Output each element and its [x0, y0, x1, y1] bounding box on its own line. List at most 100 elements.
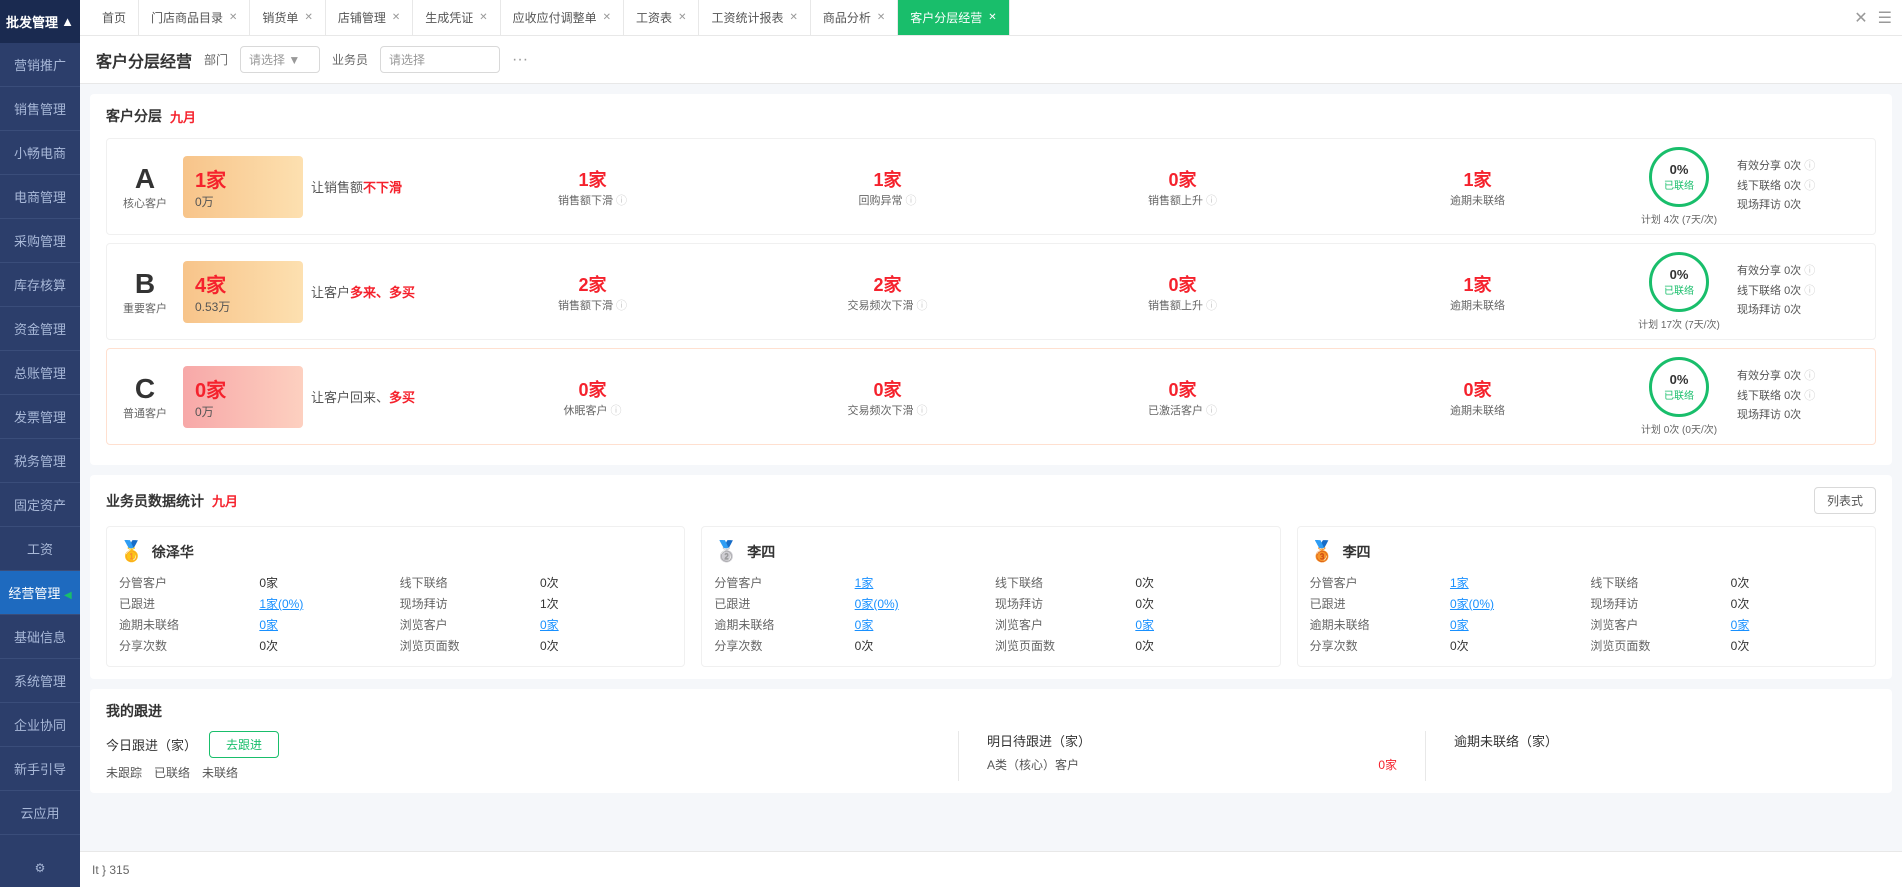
close-icon[interactable]: ✕	[877, 12, 885, 23]
sidebar-item-xcdz[interactable]: 小畅电商	[0, 131, 80, 175]
tier-b-label: B 重要客户	[115, 268, 175, 316]
tab-customer-tier[interactable]: 客户分层经营 ✕	[898, 0, 1009, 36]
tier-row-c: C 普通客户 0家 0万 让客户回来、多买 0家 休眠客户	[106, 348, 1876, 445]
info-icon-2: ⓘ	[1206, 195, 1217, 207]
tier-b-count-box: 4家 0.53万	[183, 261, 303, 323]
close-icon[interactable]: ✕	[304, 12, 312, 23]
tier-c-count-box: 0家 0万	[183, 366, 303, 428]
tier-a-metric-1[interactable]: 1家 回购异常 ⓘ	[744, 166, 1031, 208]
sidebar-header[interactable]: 批发管理 ▲	[0, 0, 80, 43]
tier-b-metric-1[interactable]: 2家 交易频次下滑 ⓘ	[744, 271, 1031, 313]
tab-payroll-report[interactable]: 工资统计报表 ✕	[699, 0, 810, 36]
tier-a-circle: 0% 已联络 计划 4次 (7天/次)	[1629, 147, 1729, 226]
tier-a-metric-3[interactable]: 1家 逾期未联络	[1334, 166, 1621, 208]
sidebar-item-swgl[interactable]: 税务管理	[0, 439, 80, 483]
overdue-label: 逾期未联络（家）	[1454, 731, 1864, 750]
gear-icon[interactable]: ⚙	[35, 861, 46, 875]
close-icon[interactable]: ✕	[392, 12, 400, 23]
followup-divider-2	[1425, 731, 1426, 781]
tab-menu-icon[interactable]: ☰	[1878, 8, 1892, 28]
tier-c-circle: 0% 已联络 计划 0次 (0天/次)	[1629, 357, 1729, 436]
tier-b-metrics: 2家 销售额下滑 ⓘ 2家 交易频次下滑 ⓘ	[449, 271, 1621, 313]
tier-b-slogan: 让客户多来、多买	[311, 282, 441, 301]
tab-store-mgmt[interactable]: 店铺管理 ✕	[326, 0, 413, 36]
tab-store-products[interactable]: 门店商品目录 ✕	[139, 0, 250, 36]
sidebar-item-kchz[interactable]: 库存核算	[0, 263, 80, 307]
tier-c-metric-1[interactable]: 0家 交易频次下滑 ⓘ	[744, 376, 1031, 418]
sidebar-item-jcxx[interactable]: 基础信息	[0, 615, 80, 659]
tier-c-label: C 普通客户	[115, 373, 175, 421]
tier-c-metrics: 0家 休眠客户 ⓘ 0家 交易频次下滑 ⓘ	[449, 376, 1621, 418]
biz-stats-section: 业务员数据统计 九月 列表式 🥇 徐泽华 分管客户 0家 线下联络	[90, 475, 1892, 679]
tier-a-count-box: 1家 0万	[183, 156, 303, 218]
list-view-button[interactable]: 列表式	[1814, 487, 1876, 514]
tier-c-metric-3[interactable]: 0家 逾期未联络	[1334, 376, 1621, 418]
sidebar-settings[interactable]: ⚙	[0, 849, 80, 887]
sidebar-item-xsgl[interactable]: 销售管理	[0, 87, 80, 131]
salesperson-label: 业务员	[332, 51, 368, 68]
tier-c-right-stats: 有效分享 0次 ⓘ 线下联络 0次 ⓘ 现场拜访 0次	[1737, 367, 1867, 426]
customer-tier-section: 客户分层 九月 A 核心客户 1家 0万 让销售额不下滑	[90, 94, 1892, 465]
close-icon[interactable]: ✕	[229, 12, 237, 23]
sidebar-item-cggl[interactable]: 采购管理	[0, 219, 80, 263]
sidebar-item-yyyp[interactable]: 云应用	[0, 791, 80, 835]
tier-b-metric-3[interactable]: 1家 逾期未联络	[1334, 271, 1621, 313]
sidebar-item-fpgl[interactable]: 发票管理	[0, 395, 80, 439]
biz-card-1-grid: 分管客户 1家 线下联络 0次 已跟进 0家(0%) 现场拜访 0次 逾期未联络…	[714, 574, 1267, 654]
followup-divider-1	[958, 731, 959, 781]
tab-ar-ap[interactable]: 应收应付调整单 ✕	[501, 0, 624, 36]
sidebar-item-qyxt[interactable]: 企业协同	[0, 703, 80, 747]
page-title: 客户分层经营	[96, 48, 192, 72]
tab-product-analysis[interactable]: 商品分析 ✕	[811, 0, 898, 36]
tier-a-slogan: 让销售额不下滑	[311, 177, 441, 196]
today-label: 今日跟进（家）	[106, 735, 197, 754]
tier-c-metric-0[interactable]: 0家 休眠客户 ⓘ	[449, 376, 736, 418]
close-icon[interactable]: ✕	[479, 12, 487, 23]
customer-tier-title: 客户分层 九月	[106, 106, 1876, 126]
tier-b-metric-0[interactable]: 2家 销售额下滑 ⓘ	[449, 271, 736, 313]
salesperson-select[interactable]: 请选择	[380, 46, 500, 73]
tier-b-right-stats: 有效分享 0次 ⓘ 线下联络 0次 ⓘ 现场拜访 0次	[1737, 262, 1867, 321]
sidebar-item-zjgl[interactable]: 资金管理	[0, 307, 80, 351]
tier-c-metric-2[interactable]: 0家 已激活客户 ⓘ	[1039, 376, 1326, 418]
close-icon[interactable]: ✕	[988, 12, 996, 23]
medal-bronze-icon: 🥉	[1310, 539, 1335, 564]
info-icon-0: ⓘ	[616, 195, 627, 207]
biz-cards: 🥇 徐泽华 分管客户 0家 线下联络 0次 已跟进 1家(0%) 现场拜访 1次…	[106, 526, 1876, 667]
sidebar-item-jygl[interactable]: 经营管理 ◀	[0, 571, 80, 615]
tier-a-metric-2[interactable]: 0家 销售额上升 ⓘ	[1039, 166, 1326, 208]
more-options-icon[interactable]: ···	[512, 51, 528, 69]
tier-b-metric-2[interactable]: 0家 销售额上升 ⓘ	[1039, 271, 1326, 313]
biz-card-0-header: 🥇 徐泽华	[119, 539, 672, 564]
close-icon[interactable]: ✕	[678, 12, 686, 23]
sidebar-item-xtgl[interactable]: 系统管理	[0, 659, 80, 703]
chevron-down-icon: ▼	[288, 53, 300, 67]
sidebar-item-dsgl[interactable]: 电商管理	[0, 175, 80, 219]
sidebar-item-yxty[interactable]: 营销推广	[0, 43, 80, 87]
biz-card-1-header: 🥈 李四	[714, 539, 1267, 564]
followup-title: 我的跟进	[106, 701, 1876, 721]
tier-a-metric-0[interactable]: 1家 销售额下滑 ⓘ	[449, 166, 736, 208]
followup-section: 我的跟进 今日跟进（家） 去跟进 未跟踪 已联络 未联络	[90, 689, 1892, 793]
sidebar-item-gdzy[interactable]: 固定资产	[0, 483, 80, 527]
sidebar-title: 批发管理	[6, 12, 58, 31]
sidebar-item-gz[interactable]: 工资	[0, 527, 80, 571]
go-followup-button[interactable]: 去跟进	[209, 731, 279, 758]
tier-a-label: A 核心客户	[115, 163, 175, 211]
tab-payroll[interactable]: 工资表 ✕	[624, 0, 699, 36]
dept-select[interactable]: 请选择 ▼	[240, 46, 320, 73]
sidebar-item-zzgl[interactable]: 总账管理	[0, 351, 80, 395]
sidebar-item-xsyd[interactable]: 新手引导	[0, 747, 80, 791]
page-content: 客户分层经营 部门 请选择 ▼ 业务员 请选择 ··· 客户分层 九月 A 核	[80, 36, 1902, 851]
tab-sales-order[interactable]: 销货单 ✕	[250, 0, 325, 36]
tab-home[interactable]: 首页	[90, 0, 139, 36]
close-icon[interactable]: ✕	[789, 12, 797, 23]
tier-row-b: B 重要客户 4家 0.53万 让客户多来、多买 2家 销售	[106, 243, 1876, 340]
sidebar: 批发管理 ▲ 营销推广 销售管理 小畅电商 电商管理 采购管理 库存核算 资金管…	[0, 0, 80, 887]
tab-gen-voucher[interactable]: 生成凭证 ✕	[413, 0, 500, 36]
tier-b-circle: 0% 已联络 计划 17次 (7天/次)	[1629, 252, 1729, 331]
tab-close-all-icon[interactable]: ✕	[1854, 8, 1867, 28]
close-icon[interactable]: ✕	[603, 12, 611, 23]
tab-bar: 首页 门店商品目录 ✕ 销货单 ✕ 店铺管理 ✕ 生成凭证 ✕ 应收应付调整单 …	[80, 0, 1902, 36]
sidebar-toggle-icon[interactable]: ▲	[61, 14, 74, 29]
